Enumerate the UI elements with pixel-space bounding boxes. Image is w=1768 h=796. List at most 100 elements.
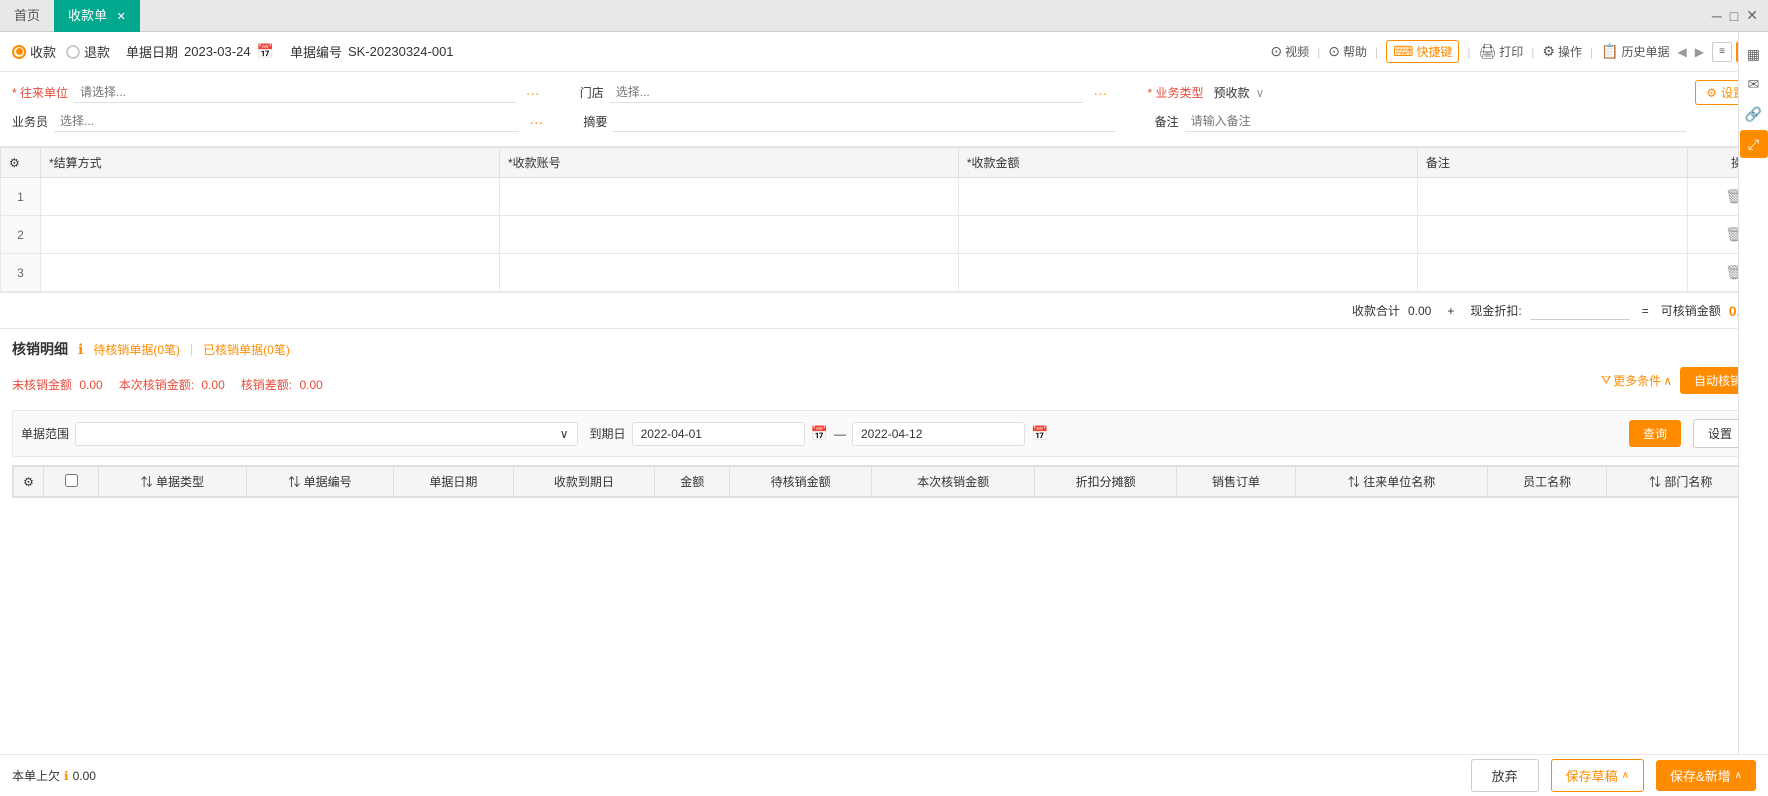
dept-header: ⇅ 部门名称: [1607, 467, 1755, 497]
receipt-radio[interactable]: 收款: [12, 42, 56, 61]
refund-radio[interactable]: 退款: [66, 42, 110, 61]
remark-field: 备注: [1155, 111, 1686, 132]
pending-tab[interactable]: 待核销单据(0笔): [93, 341, 180, 358]
bottom-bar: 本单上欠 ℹ 0.00 放弃 保存草稿 ∧ 保存&新增 ∧: [0, 754, 1768, 796]
summary-input[interactable]: [613, 111, 1114, 132]
date-from-icon[interactable]: 📅: [811, 425, 828, 442]
range-select[interactable]: ∨: [75, 422, 578, 446]
amount-header: 金额: [655, 467, 730, 497]
counterparty-more-icon[interactable]: ···: [526, 85, 540, 101]
business-type-dropdown-icon[interactable]: ∨: [1256, 86, 1265, 100]
account-3[interactable]: [499, 254, 958, 292]
remark-3[interactable]: [1417, 254, 1687, 292]
side-table-icon[interactable]: ▦: [1740, 40, 1768, 68]
store-more-icon[interactable]: ···: [1093, 85, 1107, 101]
history-action[interactable]: 📋 历史单据: [1601, 43, 1669, 60]
counterparty-field: * 往来单位 ···: [12, 82, 540, 103]
stat-info-icon[interactable]: ℹ: [64, 769, 69, 783]
row-num-2: 2: [1, 216, 41, 254]
counterparty-input[interactable]: [74, 82, 516, 103]
tab-receipt[interactable]: 收款单 ✕: [54, 0, 140, 32]
calendar-icon[interactable]: 📅: [257, 43, 274, 60]
remark-1[interactable]: [1417, 178, 1687, 216]
video-action[interactable]: ⊙ 视频: [1270, 43, 1309, 60]
help-action[interactable]: ⊙ 帮助: [1328, 43, 1367, 60]
account-2[interactable]: [499, 216, 958, 254]
amount-2[interactable]: [958, 216, 1417, 254]
date-to-icon[interactable]: 📅: [1031, 425, 1048, 442]
settle-2[interactable]: [41, 216, 500, 254]
amount-1[interactable]: [958, 178, 1417, 216]
this-time-stat: 本次核销金额: 0.00: [119, 376, 225, 393]
abandon-button[interactable]: 放弃: [1471, 759, 1539, 792]
settings-gear-icon: ⚙: [1706, 86, 1717, 100]
divider-5: |: [1590, 45, 1593, 59]
toolbar-actions: ⊙ 视频 | ⊙ 帮助 | ⌨ 快捷键 | 🖨 打印 | ⚙ 操作: [1270, 40, 1756, 63]
save-new-button[interactable]: 保存&新增 ∧: [1656, 760, 1756, 791]
tab-bar: 首页 收款单 ✕ ─ □ ✕: [0, 0, 1768, 32]
operation-action[interactable]: ⚙ 操作: [1542, 43, 1582, 60]
divider-4: |: [1531, 45, 1534, 59]
settle-method-header: *结算方式: [41, 148, 500, 178]
employee-header: 员工名称: [1487, 467, 1606, 497]
side-expand-icon[interactable]: ⤢: [1740, 130, 1768, 158]
select-all-checkbox[interactable]: [65, 474, 78, 487]
operation-icon: ⚙: [1542, 43, 1555, 60]
side-link-icon[interactable]: 🔗: [1740, 100, 1768, 128]
date-to-input[interactable]: [852, 422, 1025, 446]
shortcut-action[interactable]: ⌨ 快捷键: [1386, 40, 1459, 63]
discount-input[interactable]: [1530, 301, 1630, 320]
amount-3[interactable]: [958, 254, 1417, 292]
list-view-btn[interactable]: ≡: [1712, 42, 1732, 62]
check-all-header: ⚙: [14, 467, 44, 497]
side-mail-icon[interactable]: ✉: [1740, 70, 1768, 98]
maximize-icon[interactable]: □: [1730, 8, 1738, 24]
row-num-3: 3: [1, 254, 41, 292]
table-config-icon[interactable]: ⚙: [9, 156, 20, 170]
query-button[interactable]: 查询: [1629, 420, 1681, 447]
done-tab[interactable]: 已核销单据(0笔): [203, 341, 290, 358]
sales-order-header: 销售订单: [1176, 467, 1295, 497]
account-1[interactable]: [499, 178, 958, 216]
business-type-field: * 业务类型 预收款 ∨: [1147, 84, 1675, 101]
print-action[interactable]: 🖨 打印: [1478, 43, 1523, 60]
store-input[interactable]: [610, 82, 1084, 103]
check-col-header: [44, 467, 99, 497]
date-field: 单据日期 2023-03-24 📅: [126, 42, 274, 61]
settle-3[interactable]: [41, 254, 500, 292]
table-row: 2 🗑 ⧉: [1, 216, 1768, 254]
nav-left[interactable]: ◀: [1678, 45, 1687, 59]
salesperson-more-icon[interactable]: ···: [529, 114, 543, 130]
doc-type-header: ⇅ 单据类型: [99, 467, 247, 497]
tab-home[interactable]: 首页: [0, 0, 54, 32]
close-icon[interactable]: ✕: [1746, 7, 1758, 24]
summary-row: 收款合计 0.00 + 现金折扣: = 可核销金额 0.00: [0, 293, 1768, 329]
diff-stat: 核销差额: 0.00: [241, 376, 323, 393]
remark-input[interactable]: [1185, 111, 1686, 132]
date-from-input[interactable]: [632, 422, 805, 446]
top-toolbar: 收款 退款 单据日期 2023-03-24 📅 单据编号 SK-20230324…: [0, 32, 1768, 72]
table-row: 1 🗑 ⧉: [1, 178, 1768, 216]
verify-info-icon[interactable]: ℹ: [78, 341, 83, 358]
table2-config-icon[interactable]: ⚙: [23, 475, 34, 489]
salesperson-input[interactable]: [54, 111, 519, 132]
receipt-amount-header: *收款金额: [958, 148, 1417, 178]
bottom-stat: 本单上欠 ℹ 0.00: [12, 767, 96, 784]
receipt-table-container: ⚙ *结算方式 *收款账号 *收款金额 备注 操作 1: [0, 147, 1768, 293]
minimize-icon[interactable]: ─: [1712, 8, 1722, 24]
filter-row: 单据范围 ∨ 到期日 📅 — 📅 查询 设置: [12, 410, 1756, 457]
unchecked-stat: 未核销金额 0.00: [12, 376, 103, 393]
receipt-table: ⚙ *结算方式 *收款账号 *收款金额 备注 操作 1: [0, 147, 1768, 292]
number-field: 单据编号 SK-20230324-001: [290, 42, 454, 61]
verify-title: 核销明细: [12, 339, 68, 359]
save-draft-button[interactable]: 保存草稿 ∧: [1551, 759, 1644, 792]
settle-1[interactable]: [41, 178, 500, 216]
remark-2[interactable]: [1417, 216, 1687, 254]
tab-close-icon[interactable]: ✕: [117, 11, 126, 23]
more-conditions-btn[interactable]: ⛛ 更多条件 ∧: [1601, 372, 1672, 389]
salesperson-field: 业务员 ···: [12, 111, 543, 132]
verification-section: 核销明细 ℹ 待核销单据(0笔) | 已核销单据(0笔) 未核销金额 0.00 …: [0, 329, 1768, 465]
nav-right[interactable]: ▶: [1695, 45, 1704, 59]
doc-number-header: ⇅ 单据编号: [246, 467, 394, 497]
row-num-1: 1: [1, 178, 41, 216]
